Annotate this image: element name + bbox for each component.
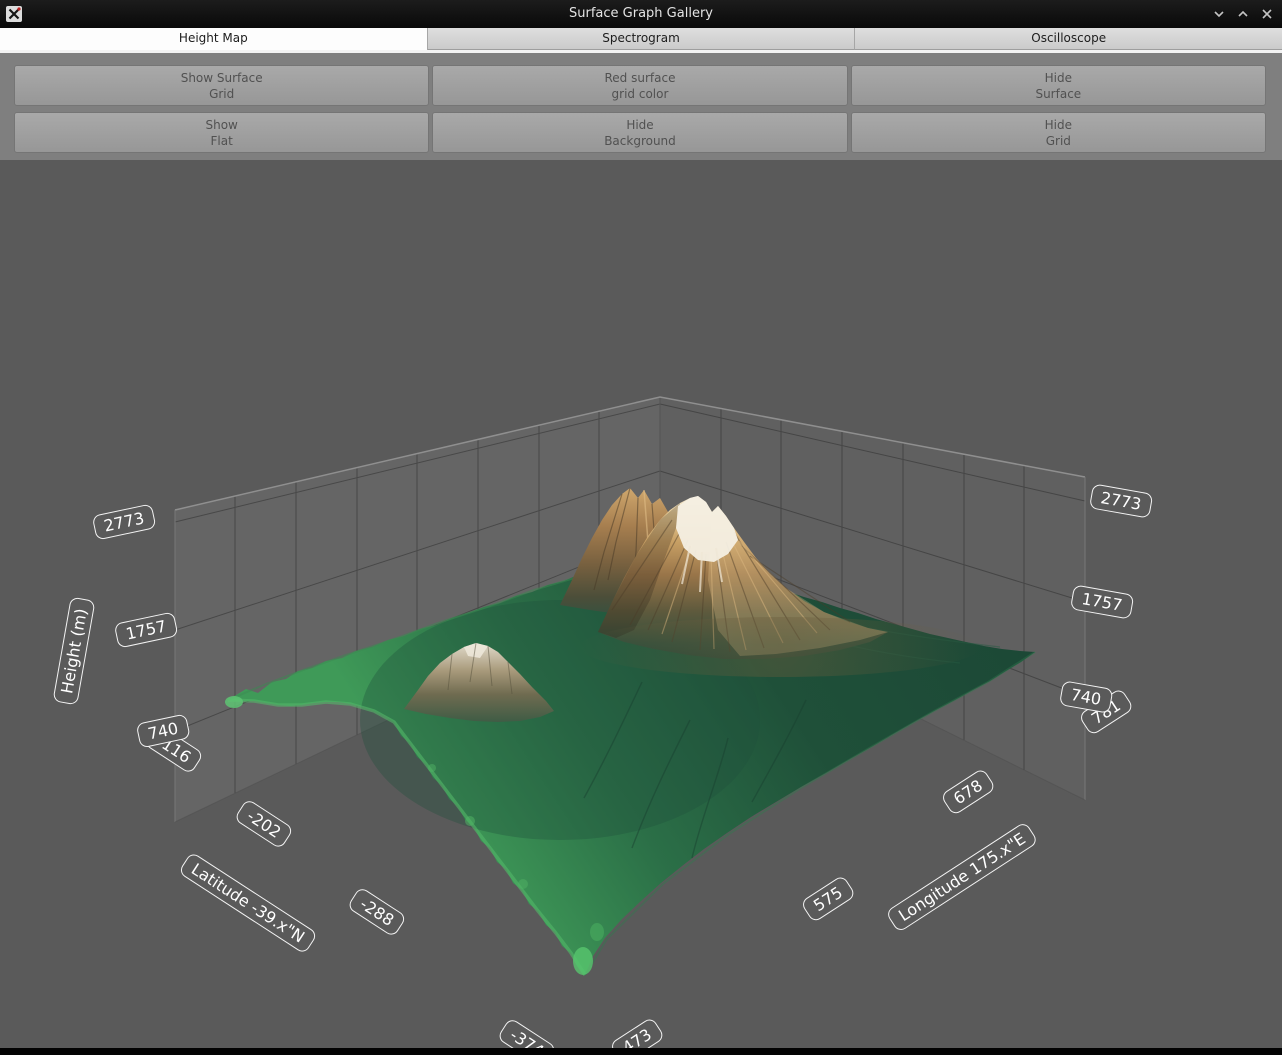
maximize-button[interactable] (1234, 5, 1252, 23)
close-icon (1258, 5, 1276, 23)
button-label-line1: Red surface (433, 70, 846, 86)
window-title: Surface Graph Gallery (0, 0, 1282, 28)
plot-3d-view[interactable]: -116 2773 1757 740 781 2773 1757 740 -20… (0, 160, 1282, 1055)
bottom-bar (0, 1048, 1282, 1055)
chevron-up-icon (1234, 5, 1252, 23)
chevron-down-icon (1210, 5, 1228, 23)
button-label-line1: Show (15, 117, 428, 133)
show-flat-button[interactable]: Show Flat (14, 112, 429, 153)
window-controls (1210, 5, 1276, 23)
button-label-line2: Grid (15, 86, 428, 102)
hide-surface-button[interactable]: Hide Surface (851, 65, 1266, 106)
button-label-line2: grid color (433, 86, 846, 102)
tab-height-map[interactable]: Height Map (0, 28, 428, 50)
app-window: Surface Graph Gallery Height Map Spectro… (0, 0, 1282, 1055)
button-label-line2: Background (433, 133, 846, 149)
red-surface-grid-color-button[interactable]: Red surface grid color (432, 65, 847, 106)
tab-spectrogram[interactable]: Spectrogram (428, 28, 856, 50)
close-button[interactable] (1258, 5, 1276, 23)
show-surface-grid-button[interactable]: Show Surface Grid (14, 65, 429, 106)
hide-grid-button[interactable]: Hide Grid (851, 112, 1266, 153)
button-label-line2: Surface (852, 86, 1265, 102)
button-label-line1: Hide (852, 117, 1265, 133)
tab-bar: Height Map Spectrogram Oscilloscope (0, 28, 1282, 50)
button-label-line1: Hide (852, 70, 1265, 86)
tab-oscilloscope[interactable]: Oscilloscope (855, 28, 1282, 50)
title-bar: Surface Graph Gallery (0, 0, 1282, 28)
button-label-line1: Show Surface (15, 70, 428, 86)
hide-background-button[interactable]: Hide Background (432, 112, 847, 153)
minimize-button[interactable] (1210, 5, 1228, 23)
button-label-line2: Flat (15, 133, 428, 149)
button-label-line2: Grid (852, 133, 1265, 149)
control-panel: Show Surface Grid Red surface grid color… (0, 53, 1282, 160)
cone-foot-blend (580, 617, 980, 677)
button-label-line1: Hide (433, 117, 846, 133)
